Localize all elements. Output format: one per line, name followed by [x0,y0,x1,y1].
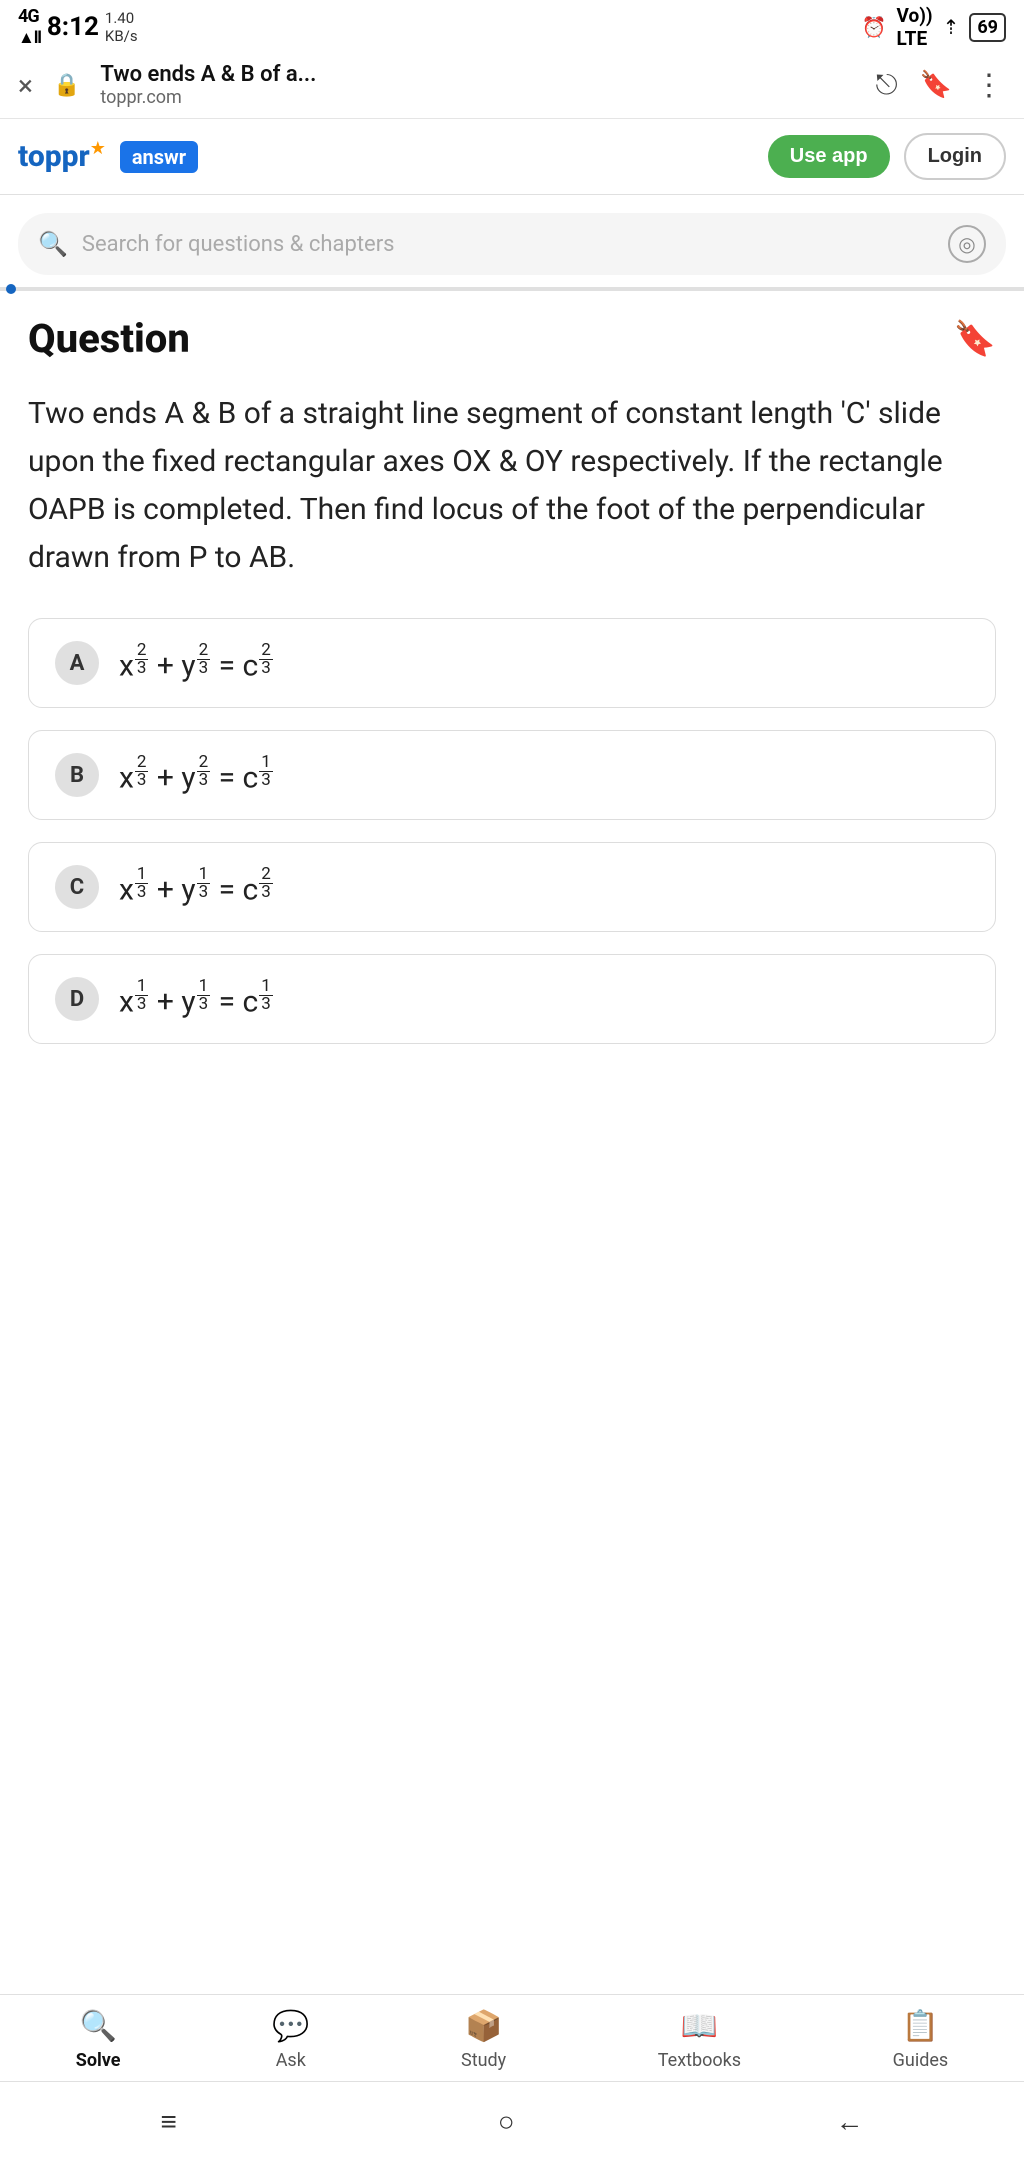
ask-icon: 💬 [272,2009,309,2044]
search-input[interactable]: Search for questions & chapters [82,232,934,257]
nav-study[interactable]: 📦 Study [461,2009,506,2071]
textbooks-icon: 📖 [681,2009,718,2044]
more-options-icon[interactable]: ⋮ [974,68,1006,103]
signal-icon: 4G▲ll [18,6,41,48]
ask-label: Ask [276,2050,306,2071]
study-icon: 📦 [465,2009,502,2044]
solve-icon: 🔍 [79,2009,116,2044]
browser-actions: ⎋ 🔖 ⋮ [875,68,1006,103]
nav-guides[interactable]: 📋 Guides [893,2009,949,2071]
status-bar: 4G▲ll 8:12 1.40KB/s ⏰ Vo))LTE ⇡ 69 [0,0,1024,52]
option-b-math: x23 + y23 = c13 [119,754,274,795]
main-content: Question 🔖 Two ends A & B of a straight … [0,295,1024,1286]
option-d-math: x13 + y13 = c13 [119,978,274,1019]
question-header: Question 🔖 [28,315,996,362]
option-c[interactable]: C x13 + y13 = c23 [28,842,996,932]
wifi-icon: ⇡ [943,15,960,39]
question-heading: Question [28,315,190,362]
alarm-icon: ⏰ [862,15,887,39]
option-b-label: B [55,753,99,797]
option-c-label: C [55,865,99,909]
toppr-star-icon: ★ [90,138,106,159]
toppr-text: toppr [18,139,90,174]
progress-bar [0,287,1024,291]
search-bar[interactable]: 🔍 Search for questions & chapters ◎ [18,213,1006,275]
guides-icon: 📋 [902,2009,939,2044]
guides-label: Guides [893,2050,949,2071]
solve-label: Solve [76,2050,121,2071]
share-icon[interactable]: ⎋ [875,68,897,102]
option-d[interactable]: D x13 + y13 = c13 [28,954,996,1044]
toppr-nav: toppr ★ answr Use app Login [0,119,1024,195]
option-a[interactable]: A x23 + y23 = c23 [28,618,996,708]
close-button[interactable]: × [18,69,33,102]
option-a-math: x23 + y23 = c23 [119,642,274,683]
android-nav: ≡ ○ ← [0,2081,1024,2161]
lte-label: Vo))LTE [897,4,933,50]
option-a-label: A [55,641,99,685]
browser-bar: × 🔒 Two ends A & B of a... toppr.com ⎋ 🔖… [0,52,1024,119]
nav-solve[interactable]: 🔍 Solve [76,2009,121,2071]
url-area: Two ends A & B of a... toppr.com [100,62,855,108]
question-body: Two ends A & B of a straight line segmen… [28,390,996,582]
option-d-label: D [55,977,99,1021]
study-label: Study [461,2050,506,2071]
battery-level: 69 [977,17,998,38]
nav-ask[interactable]: 💬 Ask [272,2009,309,2071]
bookmark-icon[interactable]: 🔖 [954,319,996,359]
toppr-logo: toppr ★ [18,139,106,174]
back-button[interactable]: ← [836,2105,864,2138]
answr-badge[interactable]: answr [120,141,198,173]
bottom-nav: 🔍 Solve 💬 Ask 📦 Study 📖 Textbooks 📋 Guid… [0,1994,1024,2081]
battery-indicator: 69 [969,13,1006,42]
status-time: 8:12 [47,12,99,42]
status-kbs: 1.40KB/s [105,9,138,45]
lock-icon: 🔒 [53,73,80,98]
option-c-math: x13 + y13 = c23 [119,866,274,907]
login-button[interactable]: Login [904,133,1006,180]
textbooks-label: Textbooks [658,2050,741,2071]
progress-dot [6,284,16,294]
status-left: 4G▲ll 8:12 1.40KB/s [18,6,138,48]
search-icon: 🔍 [38,230,68,258]
status-right: ⏰ Vo))LTE ⇡ 69 [862,4,1006,50]
browser-url: toppr.com [100,87,855,108]
option-b[interactable]: B x23 + y23 = c13 [28,730,996,820]
camera-icon[interactable]: ◎ [948,225,986,263]
nav-textbooks[interactable]: 📖 Textbooks [658,2009,741,2071]
bookmark-browser-icon[interactable]: 🔖 [920,70,952,100]
use-app-button[interactable]: Use app [768,135,890,178]
menu-button[interactable]: ≡ [160,2105,176,2138]
home-button[interactable]: ○ [498,2105,515,2138]
browser-title: Two ends A & B of a... [100,62,855,87]
